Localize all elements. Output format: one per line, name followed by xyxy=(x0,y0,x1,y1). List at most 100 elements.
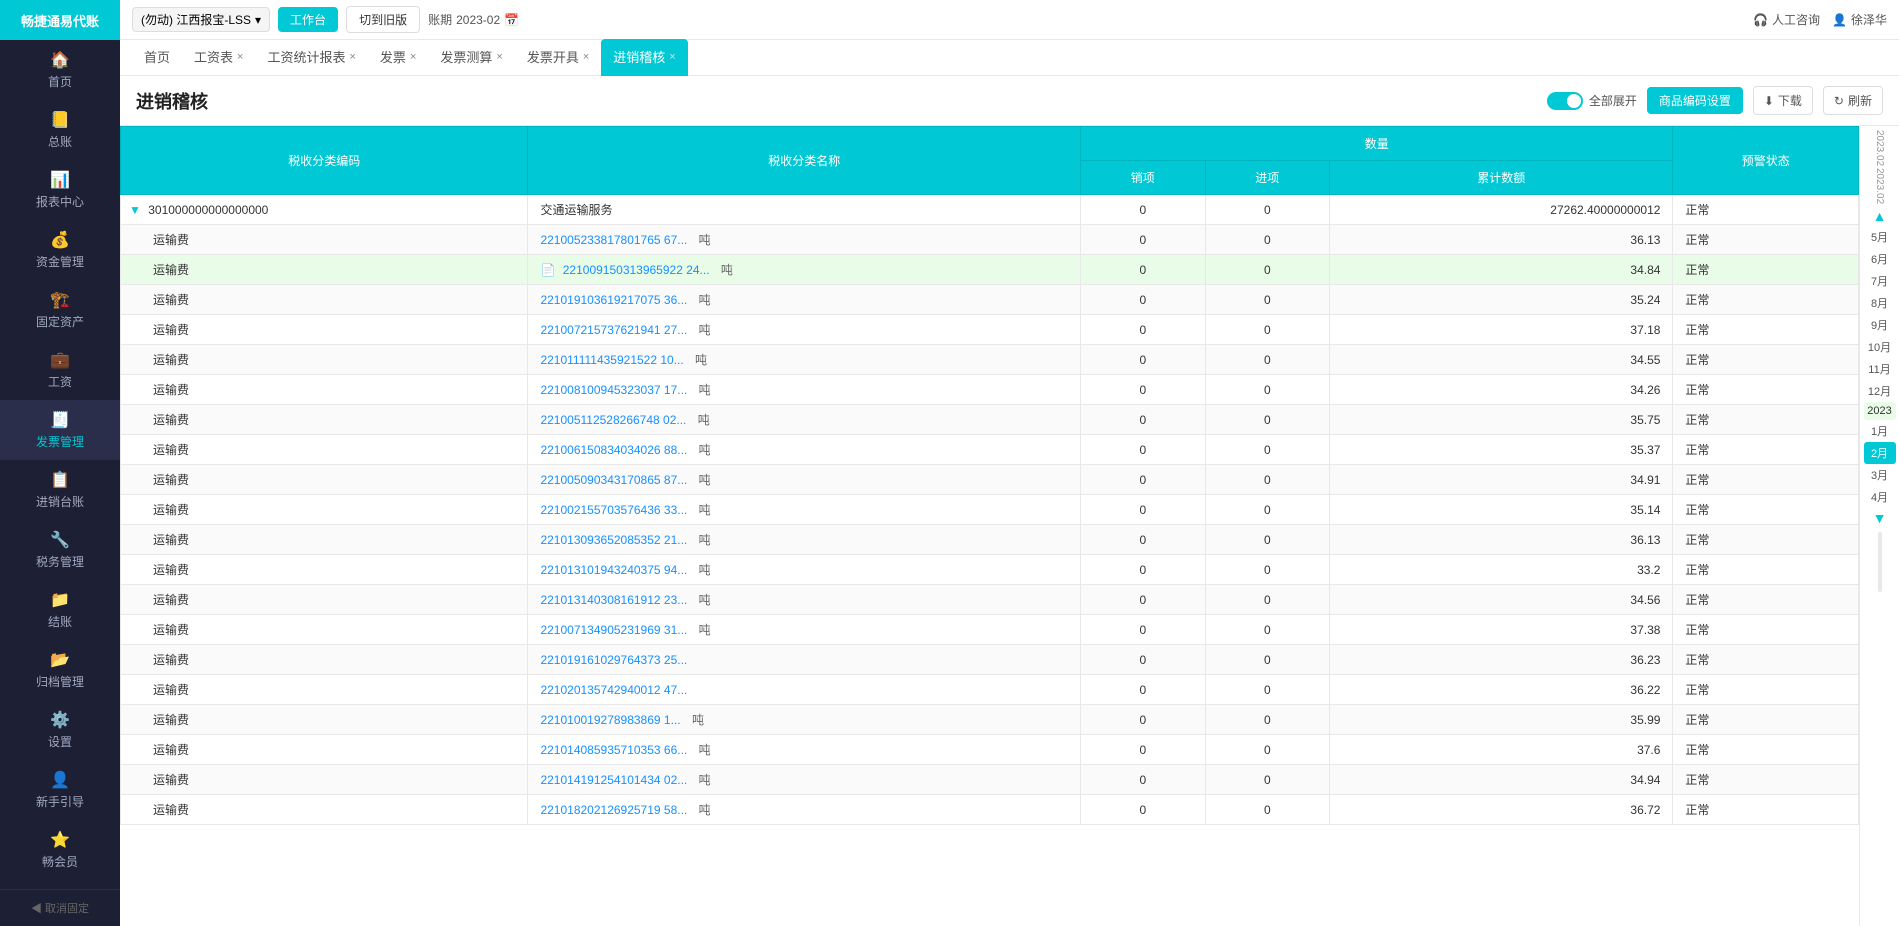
sidebar-item-home[interactable]: 🏠 首页 xyxy=(0,40,120,100)
status-cell: 正常 xyxy=(1673,195,1859,225)
tab-invoice-issue-close[interactable]: × xyxy=(583,51,589,63)
product-code-button[interactable]: 商品编码设置 xyxy=(1647,87,1743,114)
download-label: 下载 xyxy=(1778,92,1802,109)
table-row: 运输费 221019161029764373 25... 0 0 36.23 正… xyxy=(121,645,1859,675)
table-row: 运输费 221014085935710353 66... 吨 0 0 37.6 … xyxy=(121,735,1859,765)
sales-cell: 0 xyxy=(1081,195,1206,225)
sales-cell: 0 xyxy=(1081,525,1206,555)
tax-name-cell: 221007215737621941 27... 吨 xyxy=(528,315,1081,345)
tab-payroll-stats-label: 工资统计报表 xyxy=(267,47,345,66)
cumulative-cell: 34.94 xyxy=(1330,765,1673,795)
expand-toggle[interactable]: 全部展开 xyxy=(1547,92,1637,110)
download-button[interactable]: ⬇ 下载 xyxy=(1753,86,1813,115)
month-jan[interactable]: 1月 xyxy=(1864,420,1896,442)
sidebar-item-ledger[interactable]: 📒 总账 xyxy=(0,100,120,160)
unit-label: 吨 xyxy=(692,713,704,727)
sidebar-item-reports[interactable]: 📊 报表中心 xyxy=(0,160,120,220)
tab-reconciliation-close[interactable]: × xyxy=(669,51,675,63)
tax-name-cell: 📄 221009150313965922 24... 吨 xyxy=(528,255,1081,285)
refresh-button[interactable]: ↻ 刷新 xyxy=(1823,86,1883,115)
sidebar-item-guide[interactable]: 👤 新手引导 xyxy=(0,760,120,820)
tab-invoice[interactable]: 发票 × xyxy=(368,39,428,76)
calendar-icon[interactable]: 📅 xyxy=(504,13,519,27)
expand-triangle[interactable]: ▼ xyxy=(129,203,141,217)
tab-invoice-close[interactable]: × xyxy=(410,51,416,63)
invoice-number: 221008100945323037 17... xyxy=(540,383,687,397)
sidebar-item-settings[interactable]: ⚙️ 设置 xyxy=(0,700,120,760)
period-display: 账期 2023-02 📅 xyxy=(428,11,519,28)
sidebar-item-tax[interactable]: 🔧 税务管理 xyxy=(0,520,120,580)
month-nov[interactable]: 11月 xyxy=(1864,358,1896,380)
tab-payroll[interactable]: 工资表 × xyxy=(182,39,255,76)
tax-code-cell: 运输费 xyxy=(121,585,528,615)
tax-code-cell: 运输费 xyxy=(121,405,528,435)
sidebar-item-funds[interactable]: 💰 资金管理 xyxy=(0,220,120,280)
unpin-sidebar[interactable]: ◀ 取消固定 xyxy=(0,889,120,926)
status-cell: 正常 xyxy=(1673,345,1859,375)
sidebar-item-archive[interactable]: 📂 归档管理 xyxy=(0,640,120,700)
table-area[interactable]: 税收分类编码 税收分类名称 数量 预警状态 销项 进项 累计数额 ▼ 30100… xyxy=(120,126,1859,926)
payroll-icon: 💼 xyxy=(50,350,70,370)
month-apr[interactable]: 4月 xyxy=(1864,486,1896,508)
purchase-cell: 0 xyxy=(1205,465,1330,495)
sidebar-item-label: 工资 xyxy=(48,373,72,390)
company-selector[interactable]: (勿动) 江西报宝-LSS ▾ xyxy=(132,7,270,32)
month-may[interactable]: 5月 xyxy=(1864,226,1896,248)
tab-payroll-stats-close[interactable]: × xyxy=(349,51,355,63)
tax-name-cell: 221008100945323037 17... 吨 xyxy=(528,375,1081,405)
sidebar-item-payroll[interactable]: 💼 工资 xyxy=(0,340,120,400)
unpin-label: ◀ 取消固定 xyxy=(31,900,89,916)
sales-cell: 0 xyxy=(1081,735,1206,765)
month-sep[interactable]: 9月 xyxy=(1864,314,1896,336)
sidebar-item-member[interactable]: ⭐ 畅会员 xyxy=(0,820,120,880)
tab-home[interactable]: 首页 xyxy=(132,39,182,76)
sidebar-item-close[interactable]: 📁 结账 xyxy=(0,580,120,640)
tab-invoice-calc-close[interactable]: × xyxy=(496,51,502,63)
month-feb[interactable]: 2月 xyxy=(1864,442,1896,464)
guide-icon: 👤 xyxy=(50,770,70,790)
tab-payroll-stats[interactable]: 工资统计报表 × xyxy=(255,39,367,76)
header-actions: 全部展开 商品编码设置 ⬇ 下载 ↻ 刷新 xyxy=(1547,86,1883,115)
toggle-switch[interactable] xyxy=(1547,92,1583,110)
invoice-number: 221013093652085352 21... xyxy=(540,533,687,547)
sidebar-item-purchase-sales[interactable]: 📋 进销台账 xyxy=(0,460,120,520)
sidebar-item-assets[interactable]: 🏗️ 固定资产 xyxy=(0,280,120,340)
scroll-down-arrow[interactable]: ▼ xyxy=(1873,510,1887,526)
month-jul[interactable]: 7月 xyxy=(1864,270,1896,292)
purchase-cell: 0 xyxy=(1205,795,1330,825)
month-oct[interactable]: 10月 xyxy=(1864,336,1896,358)
invoice-number: 221005090343170865 87... xyxy=(540,473,687,487)
sidebar-item-label: 税务管理 xyxy=(36,553,84,570)
user-menu[interactable]: 👤 徐泽华 xyxy=(1832,11,1887,28)
sales-cell: 0 xyxy=(1081,255,1206,285)
switch-button[interactable]: 切到旧版 xyxy=(346,6,420,33)
tax-code-cell: 运输费 xyxy=(121,615,528,645)
app-logo: 畅捷通易代账 xyxy=(0,0,120,40)
sales-cell: 0 xyxy=(1081,375,1206,405)
support-label: 人工咨询 xyxy=(1772,11,1820,28)
tab-payroll-close[interactable]: × xyxy=(237,51,243,63)
tab-invoice-calc[interactable]: 发票测算 × xyxy=(428,39,514,76)
scroll-up-arrow[interactable]: ▲ xyxy=(1873,208,1887,224)
tab-invoice-label: 发票 xyxy=(380,47,406,66)
sidebar-item-invoice[interactable]: 🧾 发票管理 xyxy=(0,400,120,460)
tab-reconciliation[interactable]: 进销稽核 × xyxy=(601,39,687,76)
tax-name-cell: 221019161029764373 25... xyxy=(528,645,1081,675)
tax-code-cell: 运输费 xyxy=(121,645,528,675)
invoice-number: 221002155703576436 33... xyxy=(540,503,687,517)
month-jun[interactable]: 6月 xyxy=(1864,248,1896,270)
month-mar[interactable]: 3月 xyxy=(1864,464,1896,486)
tax-name-cell: 221005233817801765 67... 吨 xyxy=(528,225,1081,255)
cumulative-cell: 37.6 xyxy=(1330,735,1673,765)
workbench-button[interactable]: 工作台 xyxy=(278,7,338,32)
tax-name-cell: 221019103619217075 36... 吨 xyxy=(528,285,1081,315)
tab-invoice-issue[interactable]: 发票开具 × xyxy=(515,39,601,76)
month-dec[interactable]: 12月 xyxy=(1864,380,1896,402)
user-name: 徐泽华 xyxy=(1851,11,1887,28)
tab-invoice-issue-label: 发票开具 xyxy=(527,47,579,66)
month-aug[interactable]: 8月 xyxy=(1864,292,1896,314)
year-label-1: 2023.02 xyxy=(1874,130,1885,166)
tax-code-cell: 运输费 xyxy=(121,225,528,255)
support-link[interactable]: 🎧 人工咨询 xyxy=(1753,11,1820,28)
cumulative-cell: 36.72 xyxy=(1330,795,1673,825)
